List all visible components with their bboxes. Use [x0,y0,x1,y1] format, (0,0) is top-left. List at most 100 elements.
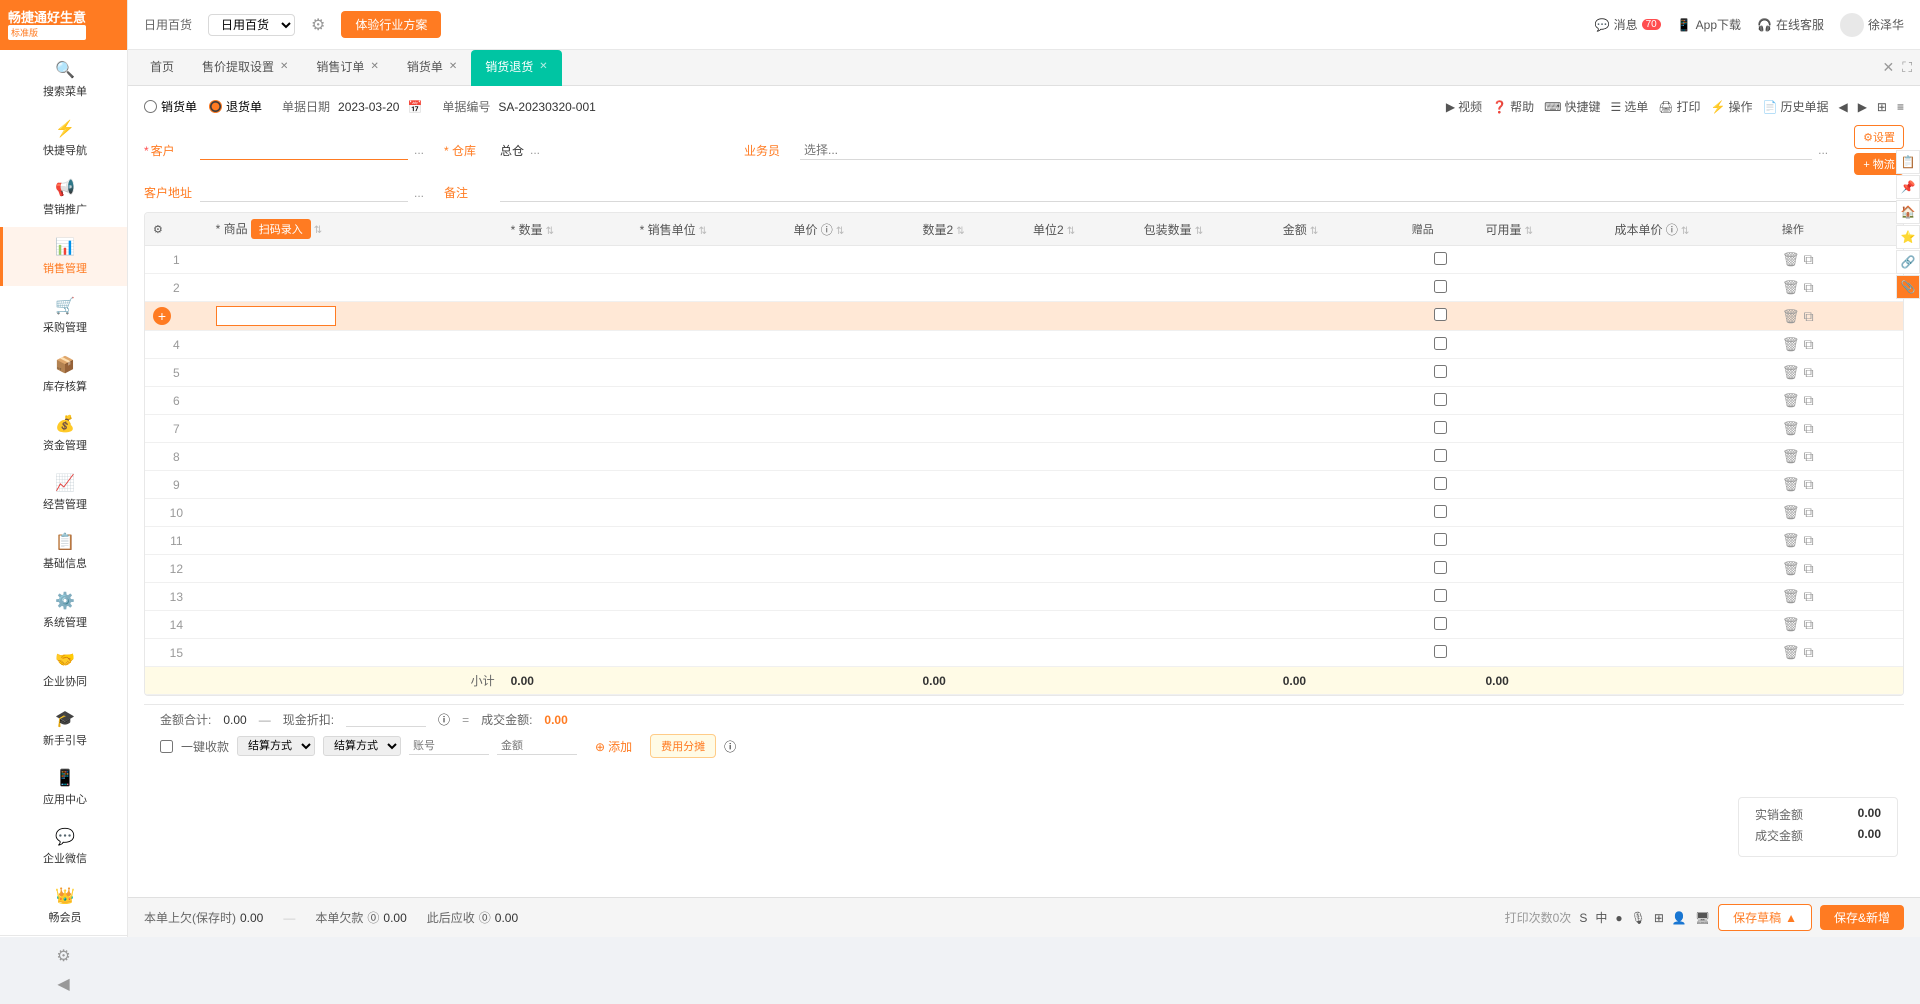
product-cell[interactable] [208,611,503,639]
tab-close-all-btn[interactable]: ✕ [1882,59,1894,76]
product-sort-icon[interactable]: ⇅ [314,225,322,236]
address-ellipsis[interactable]: ... [414,186,424,200]
sales-unit-cell[interactable] [632,611,786,639]
sidebar-item-enterprise[interactable]: 🤝 企业协同 [0,640,127,699]
qty2-cell[interactable] [914,611,1025,639]
package-qty-cell[interactable] [1136,471,1275,499]
sidebar-item-wechat[interactable]: 💬 企业微信 [0,817,127,876]
sales-unit-cell[interactable] [632,639,786,667]
unit-price-cell[interactable] [785,359,914,387]
sales-unit-cell[interactable] [632,555,786,583]
product-cell[interactable] [208,443,503,471]
tab-sales-return-close[interactable]: ✕ [539,61,547,72]
gift-cell[interactable] [1404,415,1478,443]
s-icon1[interactable]: S [1579,911,1587,925]
delete-icon[interactable]: 🗑 [1782,308,1800,325]
toolbar-help-btn[interactable]: ❓ 帮助 [1492,98,1534,115]
add-payment-btn[interactable]: ⊕ 添加 [585,735,642,758]
qty-cell[interactable] [503,246,632,274]
tab-sales-order[interactable]: 销售订单 ✕ [302,50,392,86]
product-cell[interactable] [208,359,503,387]
sidebar-settings-btn[interactable]: ⚙ [56,946,70,966]
gift-cell[interactable] [1404,499,1478,527]
payment-amount-input[interactable] [497,738,577,755]
sales-unit-cell[interactable] [632,302,786,331]
settlement-method-select[interactable]: 结算方式 [237,736,315,756]
salesperson-ellipsis[interactable]: ... [1818,143,1828,157]
unit2-cell[interactable] [1025,387,1136,415]
cost-price-cell[interactable] [1607,499,1774,527]
product-cell[interactable] [208,302,503,331]
unit2-cell[interactable] [1025,471,1136,499]
product-cell[interactable] [208,583,503,611]
sidebar-item-purchase[interactable]: 🛒 采购管理 [0,286,127,345]
gift-checkbox[interactable] [1434,561,1447,574]
qty-cell[interactable] [503,387,632,415]
amount-cell[interactable] [1275,583,1404,611]
scan-input-btn[interactable]: 扫码录入 [251,219,311,239]
unit-price-cell[interactable] [785,527,914,555]
gift-cell[interactable] [1404,274,1478,302]
gift-cell[interactable] [1404,246,1478,274]
radio-return-bill-input[interactable] [209,100,222,113]
qty2-cell[interactable] [914,246,1025,274]
toolbar-grid-view-btn[interactable]: ⊞ [1877,100,1887,114]
avail-sort-icon[interactable]: ⇅ [1525,226,1533,237]
copy-icon[interactable]: ⧉ [1804,616,1814,633]
unit2-cell[interactable] [1025,415,1136,443]
unit2-cell[interactable] [1025,527,1136,555]
delete-icon[interactable]: 🗑 [1782,532,1800,549]
gift-checkbox[interactable] [1434,365,1447,378]
sales-unit-cell[interactable] [632,387,786,415]
cost-price-cell[interactable] [1607,527,1774,555]
qty-cell[interactable] [503,331,632,359]
amount-sort-icon[interactable]: ⇅ [1310,226,1318,237]
qty2-cell[interactable] [914,274,1025,302]
unit2-cell[interactable] [1025,274,1136,302]
gift-checkbox[interactable] [1434,477,1447,490]
gift-cell[interactable] [1404,387,1478,415]
product-cell[interactable] [208,274,503,302]
delete-icon[interactable]: 🗑 [1782,420,1800,437]
sales-unit-cell[interactable] [632,583,786,611]
unit2-cell[interactable] [1025,246,1136,274]
product-cell[interactable] [208,331,503,359]
unit-price-cell[interactable] [785,331,914,359]
unit-price-cell[interactable] [785,302,914,331]
radio-sales-bill-input[interactable] [144,100,157,113]
unit2-cell[interactable] [1025,499,1136,527]
cost-price-cell[interactable] [1607,302,1774,331]
cost-price-cell[interactable] [1607,331,1774,359]
package-qty-cell[interactable] [1136,555,1275,583]
package-qty-cell[interactable] [1136,387,1275,415]
gift-cell[interactable] [1404,331,1478,359]
qty2-cell[interactable] [914,639,1025,667]
gift-checkbox[interactable] [1434,393,1447,406]
qty-cell[interactable] [503,359,632,387]
topbar-online-service[interactable]: 🎧 在线客服 [1757,16,1824,33]
amount-cell[interactable] [1275,415,1404,443]
amount-cell[interactable] [1275,555,1404,583]
split-btn[interactable]: 费用分摊 [650,734,716,758]
rt-btn-4[interactable]: ⭐ [1896,225,1920,249]
add-row-btn[interactable]: + [153,307,171,325]
salesperson-input[interactable] [800,141,1812,160]
package-qty-cell[interactable] [1136,443,1275,471]
tab-price-setting[interactable]: 售价提取设置 ✕ [188,50,302,86]
cost-price-cell[interactable] [1607,443,1774,471]
unit2-cell[interactable] [1025,331,1136,359]
package-qty-cell[interactable] [1136,639,1275,667]
qty2-cell[interactable] [914,359,1025,387]
product-cell[interactable] [208,499,503,527]
delete-icon[interactable]: 🗑 [1782,448,1800,465]
cost-price-cell[interactable] [1607,639,1774,667]
delete-icon[interactable]: 🗑 [1782,336,1800,353]
qty-cell[interactable] [503,302,632,331]
gift-cell[interactable] [1404,302,1478,331]
gift-checkbox[interactable] [1434,280,1447,293]
unit-price-cell[interactable] [785,443,914,471]
warehouse-ellipsis[interactable]: ... [530,143,540,157]
amount-cell[interactable] [1275,499,1404,527]
amount-cell[interactable] [1275,611,1404,639]
delete-icon[interactable]: 🗑 [1782,560,1800,577]
